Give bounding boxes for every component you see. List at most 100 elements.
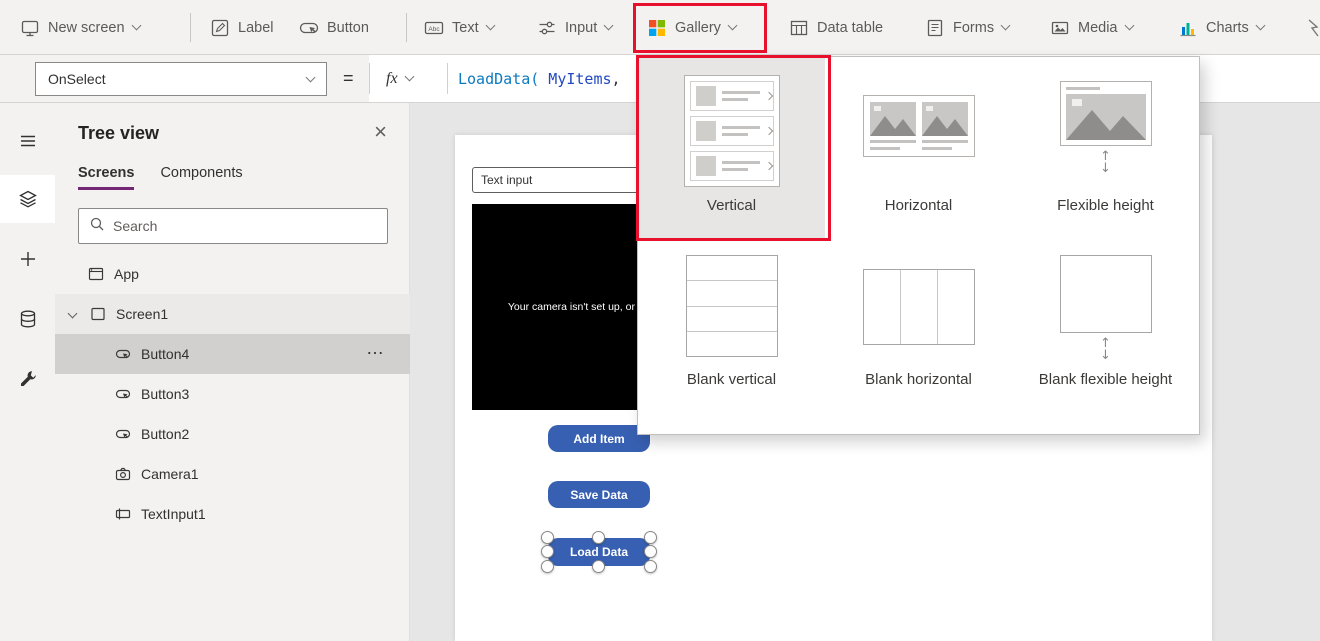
app-icon <box>88 266 104 282</box>
search-icon <box>89 216 105 237</box>
search-input[interactable] <box>113 218 377 234</box>
resize-handle-bottom-left[interactable] <box>541 560 554 573</box>
toolbar-item-text: Gallery <box>675 20 721 36</box>
data-sources-icon[interactable] <box>0 295 55 343</box>
property-selector[interactable]: OnSelect <box>35 62 327 96</box>
resize-handle-bottom-middle[interactable] <box>592 560 605 573</box>
chevron-down-icon <box>485 21 495 31</box>
close-icon[interactable]: × <box>374 121 387 143</box>
tree-item-button2[interactable]: Button2 <box>55 414 410 454</box>
toolbar-item-media[interactable]: Media <box>1050 0 1133 55</box>
gallery-option-label: Horizontal <box>825 196 1012 215</box>
new-screen-icon <box>20 18 40 38</box>
formula-input[interactable]: LoadData( MyItems, <box>458 55 621 102</box>
tree-item-label: Button3 <box>141 386 189 402</box>
toolbar-item-charts[interactable]: Charts <box>1178 0 1264 55</box>
toolbar-item-data-table[interactable]: Data table <box>789 0 883 55</box>
toolbar-item-gallery[interactable]: Gallery <box>647 0 736 55</box>
gallery-option-label: Blank vertical <box>638 370 825 389</box>
left-navigation-rail <box>0 103 55 641</box>
label-icon <box>210 18 230 38</box>
hamburger-menu-icon[interactable] <box>0 117 55 165</box>
tree-item-app[interactable]: App <box>55 254 410 294</box>
gallery-option-vertical[interactable]: Vertical <box>638 57 825 241</box>
powerapps-studio-window: New screen Label Button Abc Text Input G… <box>0 0 1320 641</box>
gallery-option-blank-vertical[interactable]: Blank vertical <box>638 241 825 436</box>
tree-item-label: Screen1 <box>116 306 168 322</box>
gallery-option-label: Flexible height <box>1012 196 1199 215</box>
more-options-icon[interactable]: … <box>366 338 386 359</box>
resize-arrows-icon: ↑↓ <box>1100 338 1111 362</box>
gallery-option-blank-horizontal[interactable]: Blank horizontal <box>825 241 1012 436</box>
blank-vertical-thumbnail <box>686 255 778 357</box>
tree-item-label: Button2 <box>141 426 189 442</box>
gallery-grid-icon <box>647 18 667 38</box>
fx-dropdown[interactable]: fx <box>386 55 413 102</box>
toolbar-item-label[interactable]: Label <box>210 0 273 55</box>
advanced-tools-icon[interactable] <box>0 355 55 403</box>
camera-icon <box>115 466 131 482</box>
panel-title: Tree view <box>78 123 159 144</box>
toolbar-item-text: Label <box>238 20 273 36</box>
tree-item-camera1[interactable]: Camera1 <box>55 454 410 494</box>
resize-handle-bottom-right[interactable] <box>644 560 657 573</box>
horizontal-gallery-thumbnail <box>863 95 975 157</box>
blank-horizontal-thumbnail <box>863 269 975 345</box>
gallery-flyout-menu: Vertical Horizontal ↑↓ Flexible height B… <box>637 56 1200 435</box>
resize-handle-top-left[interactable] <box>541 531 554 544</box>
insert-toolbar: New screen Label Button Abc Text Input G… <box>0 0 1320 55</box>
charts-bar-icon <box>1178 18 1198 38</box>
tree-item-button3[interactable]: Button3 <box>55 374 410 414</box>
chevron-down-icon[interactable] <box>68 309 78 319</box>
screen-icon <box>90 306 106 322</box>
resize-handle-middle-left[interactable] <box>541 545 554 558</box>
add-item-button[interactable]: Add Item <box>548 425 650 452</box>
tab-screens[interactable]: Screens <box>78 165 134 190</box>
selected-control-wrapper: Load Data <box>548 538 650 566</box>
toolbar-item-new-screen[interactable]: New screen <box>20 0 140 55</box>
formula-bar-divider <box>369 63 370 94</box>
equals-sign: = <box>343 55 354 102</box>
toolbar-item-input[interactable]: Input <box>537 0 612 55</box>
insert-plus-icon[interactable] <box>0 235 55 283</box>
media-image-icon <box>1050 18 1070 38</box>
formula-bar-divider <box>447 63 448 94</box>
chevron-down-icon <box>727 21 737 31</box>
tree-item-screen1[interactable]: Screen1 <box>55 294 410 334</box>
tree-item-button4[interactable]: Button4 … <box>55 334 410 374</box>
button-icon <box>115 426 131 442</box>
property-selected-value: OnSelect <box>48 71 106 87</box>
toolbar-partial-icon[interactable] <box>1306 0 1320 55</box>
toolbar-item-forms[interactable]: Forms <box>925 0 1009 55</box>
toolbar-divider <box>190 13 191 42</box>
tree-view-icon[interactable] <box>0 175 55 223</box>
save-data-button[interactable]: Save Data <box>548 481 650 508</box>
toolbar-item-button[interactable]: Button <box>299 0 369 55</box>
button-icon <box>299 18 319 38</box>
tree-view-panel: Tree view × Screens Components App Scree… <box>55 103 410 641</box>
resize-handle-top-middle[interactable] <box>592 531 605 544</box>
chevron-down-icon <box>1255 21 1265 31</box>
gallery-option-blank-flexible-height[interactable]: ↑↓ Blank flexible height <box>1012 241 1199 436</box>
toolbar-item-text: Media <box>1078 20 1118 36</box>
chevron-down-icon <box>404 72 414 82</box>
toolbar-divider <box>406 13 407 42</box>
text-abc-icon: Abc <box>424 18 444 38</box>
data-table-icon <box>789 18 809 38</box>
tree-panel-tabs: Screens Components <box>78 165 243 190</box>
chevron-down-icon <box>306 72 316 82</box>
toolbar-item-text[interactable]: Abc Text <box>424 0 494 55</box>
formula-function: LoadData( <box>458 70 539 88</box>
gallery-option-flexible-height[interactable]: ↑↓ Flexible height <box>1012 57 1199 241</box>
button-icon <box>115 386 131 402</box>
gallery-option-label: Blank horizontal <box>825 370 1012 389</box>
toolbar-item-text: Forms <box>953 20 994 36</box>
resize-handle-top-right[interactable] <box>644 531 657 544</box>
fx-label: fx <box>386 70 398 88</box>
resize-handle-middle-right[interactable] <box>644 545 657 558</box>
tab-components[interactable]: Components <box>160 165 242 190</box>
forms-icon <box>925 18 945 38</box>
gallery-option-horizontal[interactable]: Horizontal <box>825 57 1012 241</box>
tree-item-textinput1[interactable]: TextInput1 <box>55 494 410 534</box>
gallery-option-label: Blank flexible height <box>1012 370 1199 389</box>
